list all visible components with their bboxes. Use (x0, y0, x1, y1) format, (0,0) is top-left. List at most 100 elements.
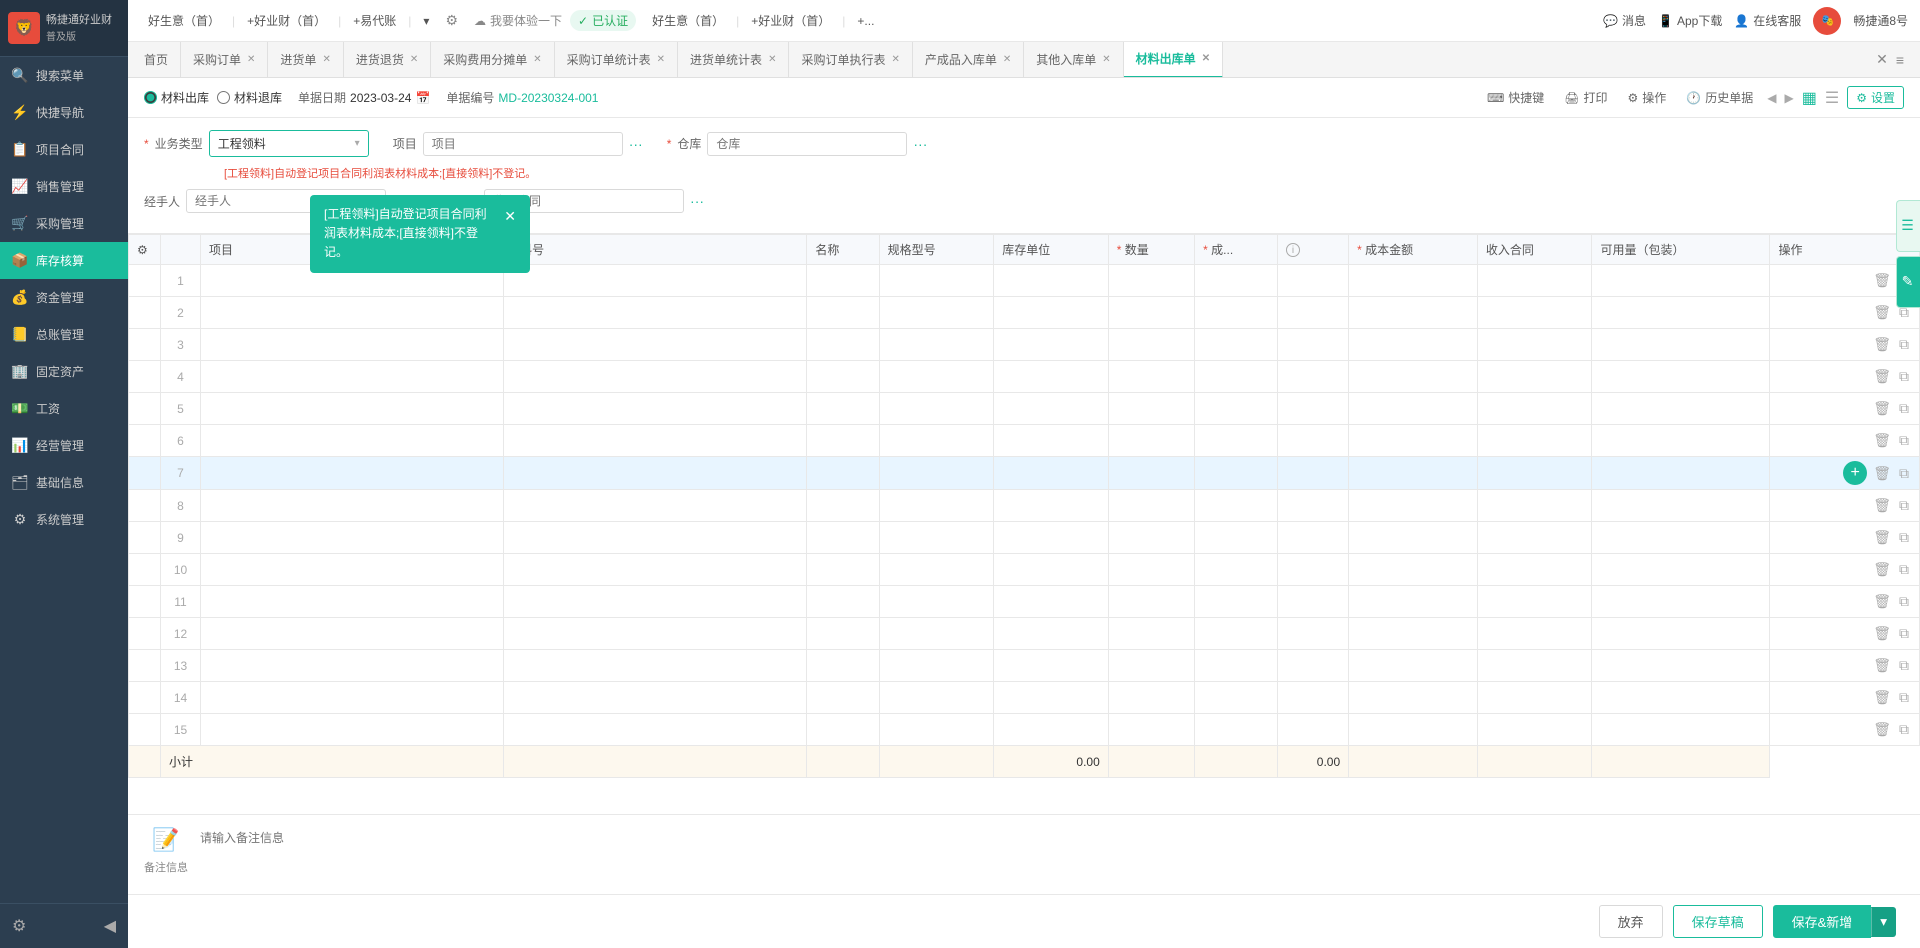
sidebar-item-sales[interactable]: 📈 销售管理 (0, 168, 128, 205)
docno-value[interactable]: MD-20230324-001 (498, 91, 598, 105)
tab-purchase-order-close[interactable]: ✕ (247, 54, 255, 65)
warehouse-input[interactable] (707, 132, 907, 156)
copy-row-button[interactable]: ⧉ (1897, 591, 1911, 612)
copy-row-button[interactable]: ⧉ (1897, 398, 1911, 419)
topbar-more-item-1[interactable]: +好业财（首） (743, 8, 838, 33)
topbar-nav-item-0[interactable]: 好生意（首） (140, 8, 228, 33)
add-row-button[interactable]: + (1843, 461, 1867, 485)
copy-row-button[interactable]: ⧉ (1897, 334, 1911, 355)
tab-material-out-close[interactable]: ✕ (1202, 53, 1210, 64)
delete-row-button[interactable]: 🗑 (1871, 655, 1893, 676)
project-input[interactable] (423, 132, 623, 156)
notes-input[interactable] (200, 827, 1904, 857)
sidebar-item-project[interactable]: 📋 项目合同 (0, 131, 128, 168)
delete-row-button[interactable]: 🗑 (1871, 623, 1893, 644)
delete-row-button[interactable]: 🗑 (1871, 591, 1893, 612)
abandon-button[interactable]: 放弃 (1599, 905, 1663, 938)
table-project-input[interactable] (209, 466, 495, 480)
tab-purchase-expense[interactable]: 采购费用分摊单 ✕ (431, 42, 554, 78)
tab-home[interactable]: 首页 (132, 42, 181, 78)
save-new-dropdown-arrow[interactable]: ▾ (1871, 907, 1896, 937)
save-draft-button[interactable]: 保存草稿 (1673, 905, 1763, 938)
topbar-more-item-0[interactable]: 好生意（首） (644, 8, 732, 33)
topbar-experience[interactable]: ☁ 我要体验一下 (474, 12, 562, 29)
delete-row-button[interactable]: 🗑 (1871, 302, 1893, 323)
copy-row-button[interactable]: ⧉ (1897, 495, 1911, 516)
delete-row-button[interactable]: 🗑 (1871, 495, 1893, 516)
tab-purchase-stats[interactable]: 采购订单统计表 ✕ (555, 42, 678, 78)
tab-goods-in-close[interactable]: ✕ (322, 54, 330, 65)
tab-purchase-expense-close[interactable]: ✕ (533, 54, 541, 65)
operations-button[interactable]: ⚙ 操作 (1622, 87, 1673, 108)
delete-row-button[interactable]: 🗑 (1871, 527, 1893, 548)
tab-close-all-button[interactable]: ✕ (1872, 49, 1892, 70)
save-new-button[interactable]: 保存&新增 (1773, 905, 1872, 938)
settings-bottom-button[interactable]: ⚙ (8, 912, 30, 940)
sidebar-item-purchase[interactable]: 🛒 采购管理 (0, 205, 128, 242)
tab-other-inbound[interactable]: 其他入库单 ✕ (1024, 42, 1123, 78)
topbar-nav-item-1[interactable]: +好业财（首） (239, 8, 334, 33)
sidebar-item-salary[interactable]: 💵 工资 (0, 390, 128, 427)
tab-goods-in-stats[interactable]: 进货单统计表 ✕ (678, 42, 789, 78)
tab-purchase-exec-close[interactable]: ✕ (891, 54, 899, 65)
warehouse-dots-button[interactable]: ··· (913, 136, 927, 152)
tab-other-inbound-close[interactable]: ✕ (1102, 54, 1110, 65)
cell-material-no[interactable] (504, 457, 807, 490)
date-value[interactable]: 2023-03-24 (350, 91, 411, 105)
grid-view-button[interactable]: ▦ (1802, 88, 1817, 108)
col-header-settings[interactable]: ⚙ (129, 235, 161, 265)
user-avatar[interactable]: 🎭 (1813, 7, 1841, 35)
tab-goods-in[interactable]: 进货单 ✕ (268, 42, 343, 78)
copy-row-button[interactable]: ⧉ (1897, 559, 1911, 580)
sidebar-item-system[interactable]: ⚙ 系统管理 (0, 501, 128, 538)
shortcut-key-button[interactable]: ⌨ 快捷键 (1481, 87, 1550, 108)
app-download-button[interactable]: 📱 App下载 (1658, 12, 1722, 29)
delete-row-button[interactable]: 🗑 (1871, 719, 1893, 740)
sidebar-item-inventory[interactable]: 📦 库存核算 (0, 242, 128, 279)
delete-row-button[interactable]: 🗑 (1871, 270, 1893, 291)
delete-row-button[interactable]: 🗑 (1871, 366, 1893, 387)
copy-row-button[interactable]: ⧉ (1897, 366, 1911, 387)
delete-row-button[interactable]: 🗑 (1871, 687, 1893, 708)
tab-purchase-stats-close[interactable]: ✕ (657, 54, 665, 65)
copy-row-button[interactable]: ⧉ (1897, 687, 1911, 708)
delete-row-button[interactable]: 🗑 (1871, 559, 1893, 580)
radio-material-return[interactable]: 材料退库 (217, 89, 282, 106)
sidebar-item-accounting[interactable]: 📒 总账管理 (0, 316, 128, 353)
table-material-no-input[interactable] (512, 466, 798, 480)
copy-row-button[interactable]: ⧉ (1897, 623, 1911, 644)
info-icon[interactable]: i (1286, 243, 1300, 257)
sidebar-item-assets[interactable]: 🏢 固定资产 (0, 353, 128, 390)
delete-row-button[interactable]: 🗑 (1871, 334, 1893, 355)
sidebar-item-shortcut[interactable]: ⚡ 快捷导航 (0, 94, 128, 131)
prev-record-button[interactable]: ◀ (1767, 91, 1776, 105)
tooltip-close-button[interactable]: ✕ (504, 205, 516, 227)
income-contract-dots-button[interactable]: ··· (690, 193, 704, 209)
sidebar-item-finance[interactable]: 💰 资金管理 (0, 279, 128, 316)
delete-row-button[interactable]: 🗑 (1871, 430, 1893, 451)
project-dots-button[interactable]: ··· (629, 136, 643, 152)
collapse-sidebar-button[interactable]: ◀ (100, 912, 120, 940)
sidebar-item-operations[interactable]: 📊 经营管理 (0, 427, 128, 464)
tab-purchase-exec[interactable]: 采购订单执行表 ✕ (789, 42, 912, 78)
business-type-select[interactable]: 工程领料 ▾ (209, 130, 369, 157)
history-button[interactable]: 🕐 历史单据 (1680, 87, 1759, 108)
sidebar-item-basic[interactable]: 🗂 基础信息 (0, 464, 128, 501)
online-service-button[interactable]: 👤 在线客服 (1734, 12, 1801, 29)
copy-row-button[interactable]: ⧉ (1897, 463, 1911, 484)
copy-row-button[interactable]: ⧉ (1897, 430, 1911, 451)
print-button[interactable]: 🖨 打印 (1558, 87, 1613, 108)
tab-list-button[interactable]: ≡ (1892, 50, 1908, 70)
right-panel-btn-2[interactable]: ✎ (1896, 256, 1920, 308)
copy-row-button[interactable]: ⧉ (1897, 655, 1911, 676)
tab-finished-goods[interactable]: 产成品入库单 ✕ (913, 42, 1024, 78)
message-button[interactable]: 💬 消息 (1603, 12, 1646, 29)
copy-row-button[interactable]: ⧉ (1897, 719, 1911, 740)
tab-goods-return[interactable]: 进货退货 ✕ (344, 42, 431, 78)
delete-row-button[interactable]: 🗑 (1871, 398, 1893, 419)
tab-finished-goods-close[interactable]: ✕ (1003, 54, 1011, 65)
topbar-dropdown-button[interactable]: ▾ (415, 10, 437, 32)
right-panel-btn-1[interactable]: ☰ (1896, 200, 1920, 252)
tab-purchase-order[interactable]: 采购订单 ✕ (181, 42, 268, 78)
tab-goods-return-close[interactable]: ✕ (410, 54, 418, 65)
